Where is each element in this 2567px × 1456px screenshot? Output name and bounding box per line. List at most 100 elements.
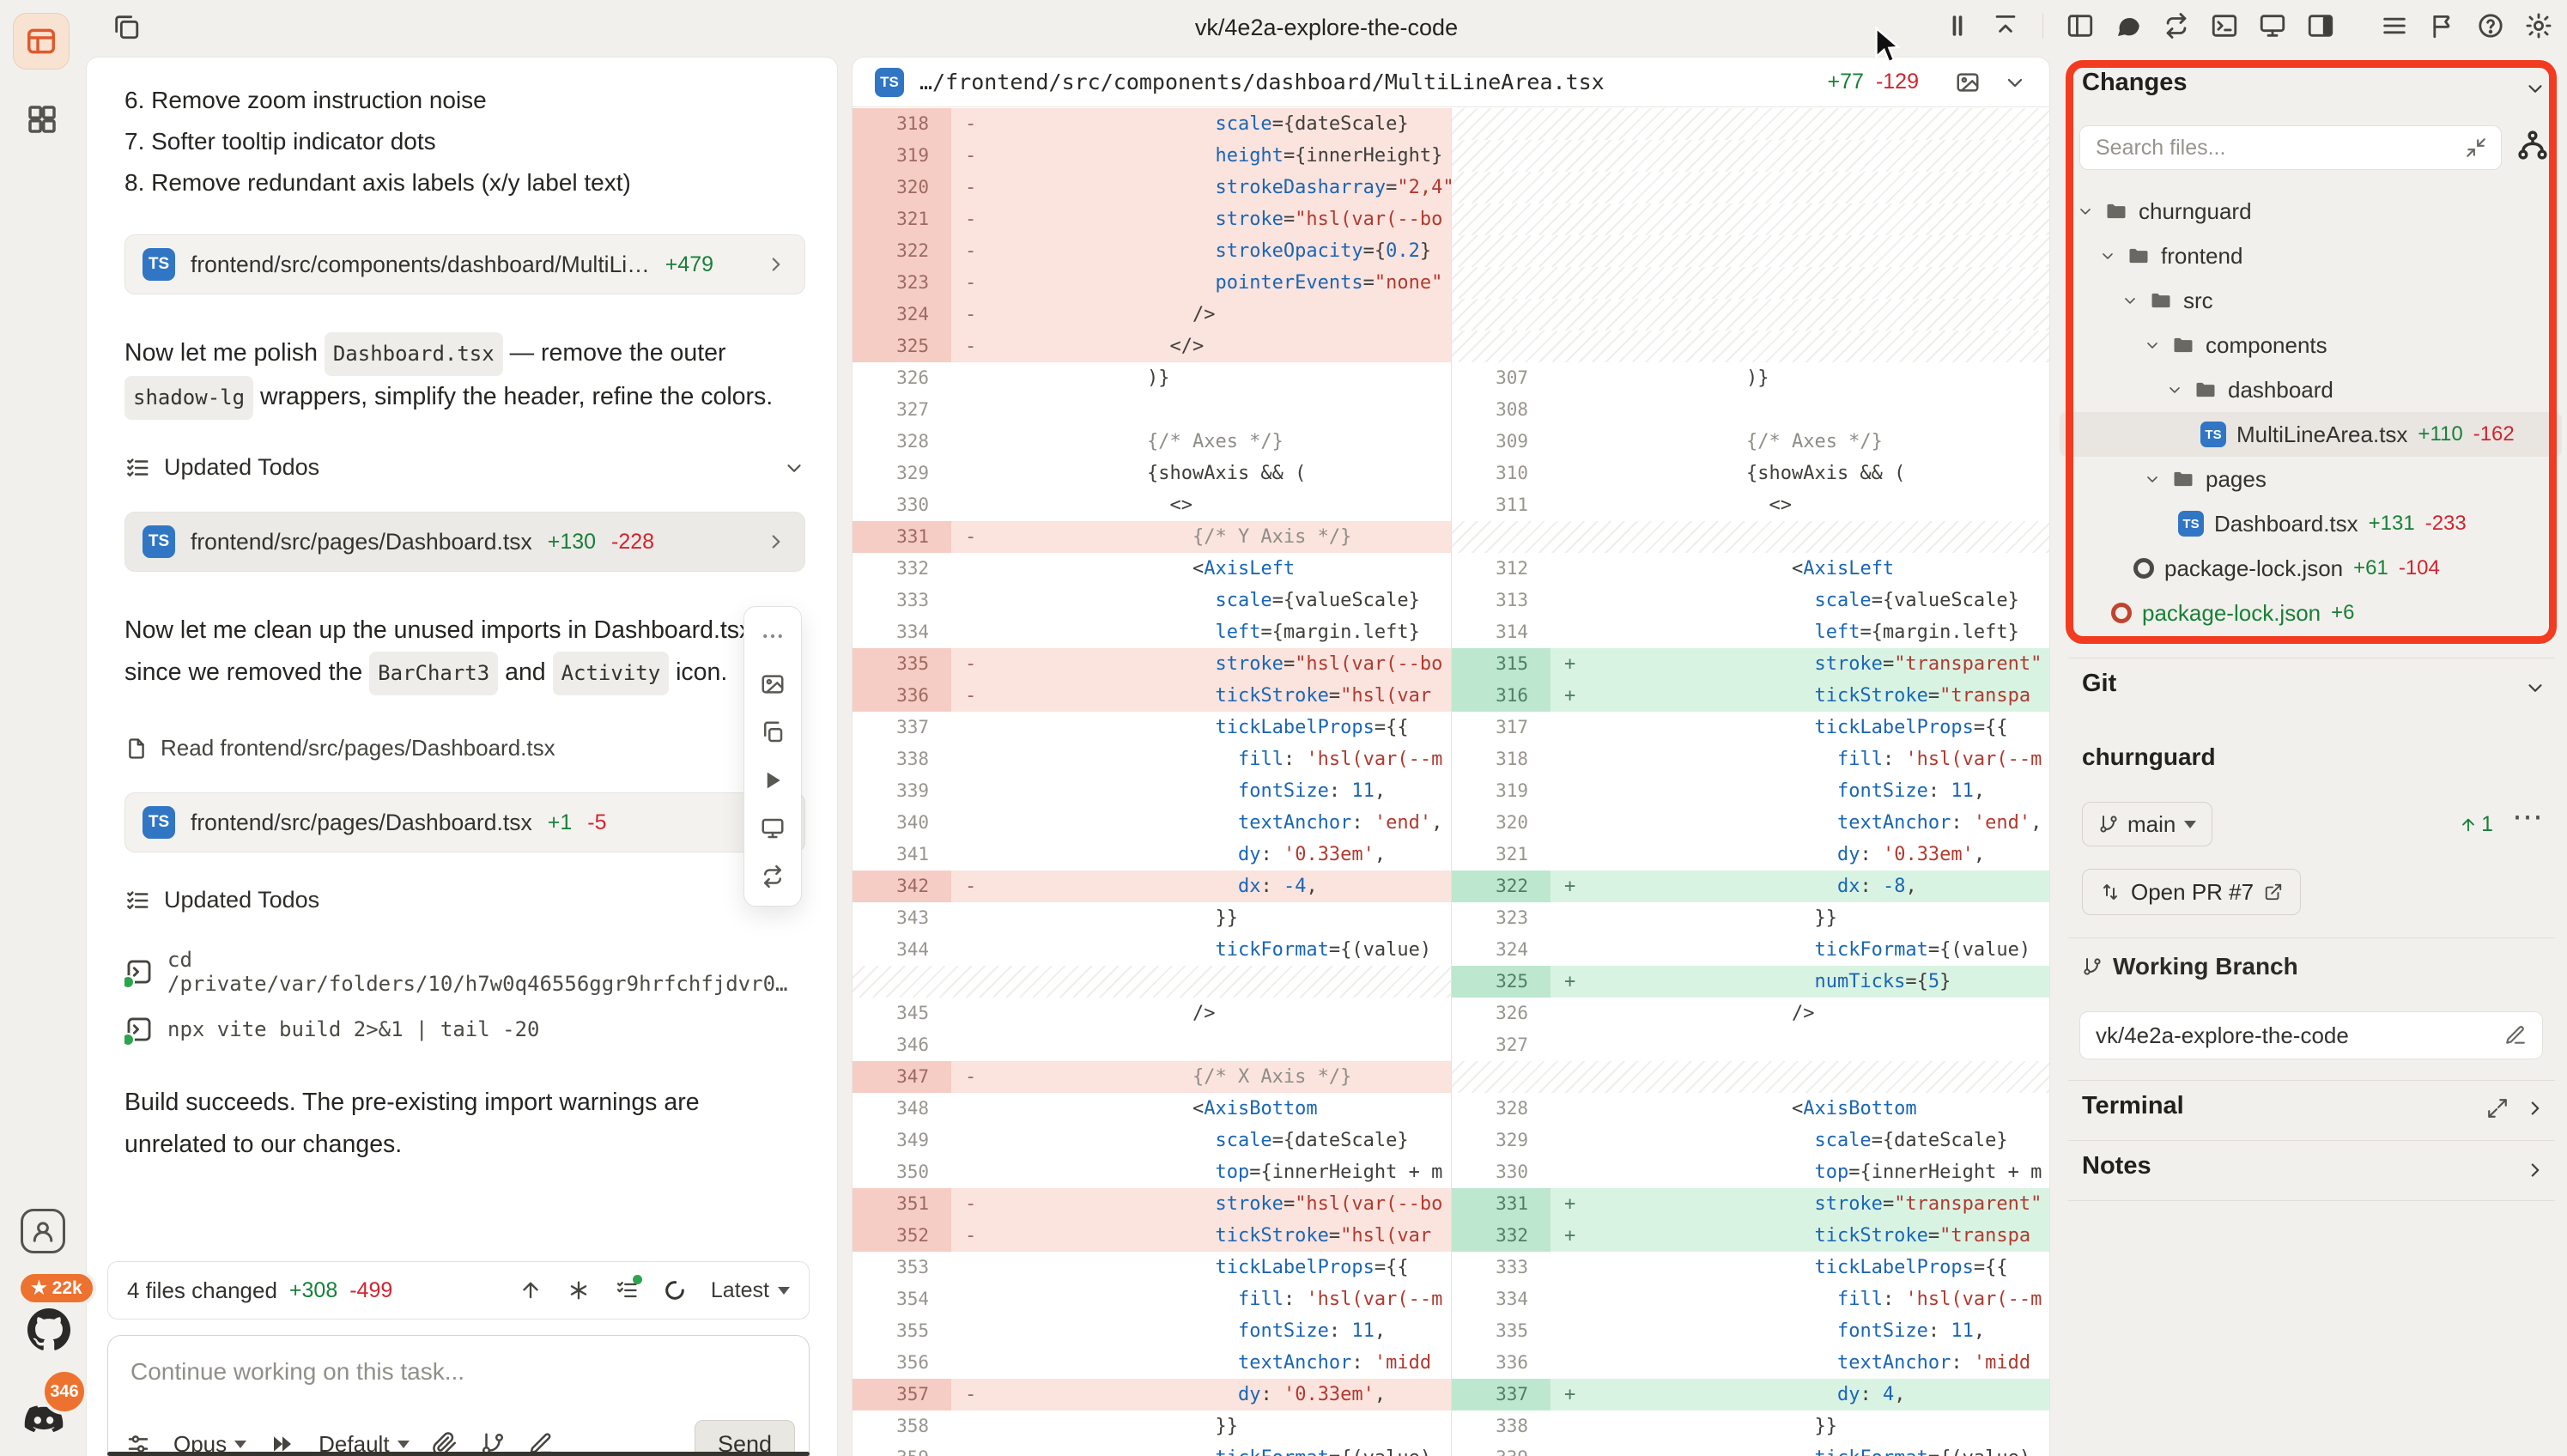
tree-item-frontend[interactable]: frontend <box>2060 234 2562 278</box>
collapse-up-icon[interactable] <box>1991 11 2020 40</box>
chevron-down-icon[interactable] <box>2121 292 2139 309</box>
image-icon[interactable] <box>1955 70 1981 95</box>
updated-todos-row[interactable]: Updated Todos <box>124 454 805 481</box>
more-icon[interactable] <box>751 614 794 658</box>
settings-gear-icon[interactable] <box>2524 11 2553 40</box>
latest-dropdown[interactable]: Latest <box>711 1278 790 1303</box>
github-icon[interactable] <box>27 1308 70 1354</box>
diff-row: 319- height={innerHeight} <box>853 140 2049 172</box>
file-change-card[interactable]: TS frontend/src/components/dashboard/Mul… <box>124 234 805 294</box>
changes-title: Changes <box>2082 69 2187 97</box>
compare-icon[interactable] <box>751 854 794 899</box>
layout-left-icon[interactable] <box>2066 11 2095 40</box>
working-branch-field[interactable]: vk/4e2a-explore-the-code <box>2079 1011 2543 1059</box>
help-icon[interactable] <box>2476 11 2505 40</box>
diff-row: 340 textAnchor: 'end',320 textAnchor: 'e… <box>853 807 2049 839</box>
flag-icon[interactable] <box>2428 11 2457 40</box>
diff-row: 323- pointerEvents="none" <box>853 267 2049 299</box>
monitor-icon[interactable] <box>2258 11 2287 40</box>
tree-item-churnguard[interactable]: churnguard <box>2060 189 2562 234</box>
updated-todos-row[interactable]: Updated Todos <box>124 887 805 913</box>
assistant-message: Now let me polish Dashboard.tsx — remove… <box>124 332 805 420</box>
diff-added-count: +77 <box>1828 70 1864 94</box>
tree-item-pages[interactable]: pages <box>2060 457 2562 501</box>
folder-icon <box>2171 333 2195 357</box>
copy-icon[interactable] <box>751 710 794 755</box>
terminal-command-row[interactable]: npx vite build 2>&1 | tail -20 <box>124 1015 805 1044</box>
chat-bubble-icon[interactable] <box>2114 11 2143 40</box>
terminal-command-row[interactable]: cd /private/var/folders/10/h7w0q46556ggr… <box>124 948 805 996</box>
tree-item-Dashboard.tsx[interactable]: TSDashboard.tsx+131-233 <box>2060 501 2562 546</box>
read-file-row[interactable]: Read frontend/src/pages/Dashboard.tsx <box>124 735 805 761</box>
diff-line-half: 334 left={margin.left} <box>853 616 1452 648</box>
grid-icon[interactable] <box>24 101 60 137</box>
open-pr-button[interactable]: Open PR #7 <box>2082 869 2301 915</box>
diff-line-half: 315+ stroke="transparent" <box>1452 648 2049 680</box>
caret-down-icon <box>2184 821 2196 828</box>
branch-selector[interactable]: main <box>2082 802 2212 846</box>
tree-item-MultiLineArea.tsx[interactable]: TSMultiLineArea.tsx+110-162 <box>2060 412 2562 457</box>
diff-row: 347- {/* X Axis */} <box>853 1061 2049 1093</box>
workspace-icon[interactable] <box>13 13 70 70</box>
chevron-right-icon[interactable] <box>2524 1097 2546 1119</box>
floating-toolbar <box>743 606 802 907</box>
working-branch-value: vk/4e2a-explore-the-code <box>2096 1022 2349 1049</box>
tree-item-src[interactable]: src <box>2060 278 2562 323</box>
diff-row: 321- stroke="hsl(var(--bo <box>853 203 2049 235</box>
todos-status-icon[interactable] <box>615 1278 639 1302</box>
diff-row: 348 <AxisBottom328 <AxisBottom <box>853 1093 2049 1125</box>
file-change-card[interactable]: TS frontend/src/pages/Dashboard.tsx +1 -… <box>124 792 805 852</box>
diff-row: 318- scale={dateScale} <box>853 108 2049 140</box>
diff-line-half <box>1452 235 2049 267</box>
tree-item-package-lock.json[interactable]: package-lock.json+61-104 <box>2060 546 2562 591</box>
diff-row: 356 textAnchor: 'midd336 textAnchor: 'mi… <box>853 1347 2049 1379</box>
more-options-icon[interactable]: ⋯ <box>2512 798 2545 834</box>
file-tree-toggle-icon[interactable] <box>2516 129 2549 161</box>
send-button[interactable]: Send <box>695 1420 795 1456</box>
todo-list-item: 6. Remove zoom instruction noise <box>124 80 805 121</box>
collapse-icon[interactable] <box>2465 136 2487 159</box>
diff-row: 344 tickFormat={(value)324 tickFormat={(… <box>853 934 2049 966</box>
search-input[interactable] <box>2094 135 2456 161</box>
snapshot-icon[interactable] <box>751 662 794 707</box>
tree-item-package-lock.json[interactable]: package-lock.json+6 <box>2060 591 2562 635</box>
scroll-up-icon[interactable] <box>519 1278 543 1302</box>
chevron-down-icon[interactable] <box>2099 247 2116 264</box>
chevron-down-icon[interactable] <box>2524 676 2546 699</box>
menu-icon[interactable] <box>2380 11 2409 40</box>
changes-status-bar[interactable]: 4 files changed +308 -499 Latest <box>107 1261 810 1320</box>
composer-input[interactable]: Continue working on this task... <box>130 1358 464 1386</box>
play-icon[interactable] <box>751 758 794 803</box>
expand-icon[interactable] <box>2486 1097 2509 1119</box>
diff-row: 352- tickStroke="hsl(var332+ tickStroke=… <box>853 1220 2049 1252</box>
added-count: +479 <box>665 252 713 277</box>
diff-line-half: 320 textAnchor: 'end', <box>1452 807 2049 839</box>
chevron-down-icon[interactable] <box>2524 77 2546 100</box>
monitor-icon[interactable] <box>751 806 794 851</box>
chevron-down-icon[interactable] <box>2144 337 2161 354</box>
file-change-card[interactable]: TS frontend/src/pages/Dashboard.tsx +130… <box>124 512 805 572</box>
chevron-down-icon[interactable] <box>2166 381 2183 398</box>
diff-line-half: 345 /> <box>853 998 1452 1029</box>
diff-row: 353 tickLabelProps={{333 tickLabelProps=… <box>853 1252 2049 1283</box>
chevron-right-icon[interactable] <box>2524 1159 2546 1181</box>
terminal-icon[interactable] <box>2210 11 2239 40</box>
layout-right-icon[interactable] <box>2306 11 2335 40</box>
person-icon[interactable] <box>21 1209 65 1253</box>
chevron-down-icon[interactable] <box>2003 70 2027 94</box>
chevron-down-icon[interactable] <box>2144 470 2161 488</box>
latest-label: Latest <box>711 1278 769 1303</box>
chevron-down-icon[interactable] <box>2077 203 2094 220</box>
pencil-icon[interactable] <box>2504 1024 2527 1046</box>
tree-item-dashboard[interactable]: dashboard <box>2060 367 2562 412</box>
diff-line-half: 339 tickFormat={(value) <box>1452 1442 2049 1456</box>
tree-item-components[interactable]: components <box>2060 323 2562 367</box>
swap-icon[interactable] <box>2162 11 2191 40</box>
diff-line-half: 356 textAnchor: 'midd <box>853 1347 1452 1379</box>
pause-icon[interactable] <box>1943 11 1972 40</box>
diff-row: 332 <AxisLeft312 <AxisLeft <box>853 553 2049 585</box>
asterisk-icon[interactable] <box>567 1278 591 1302</box>
added-count: +6 <box>2331 601 2354 625</box>
diff-row: 346327 <box>853 1029 2049 1061</box>
composer: Continue working on this task... Opus De… <box>107 1335 810 1456</box>
